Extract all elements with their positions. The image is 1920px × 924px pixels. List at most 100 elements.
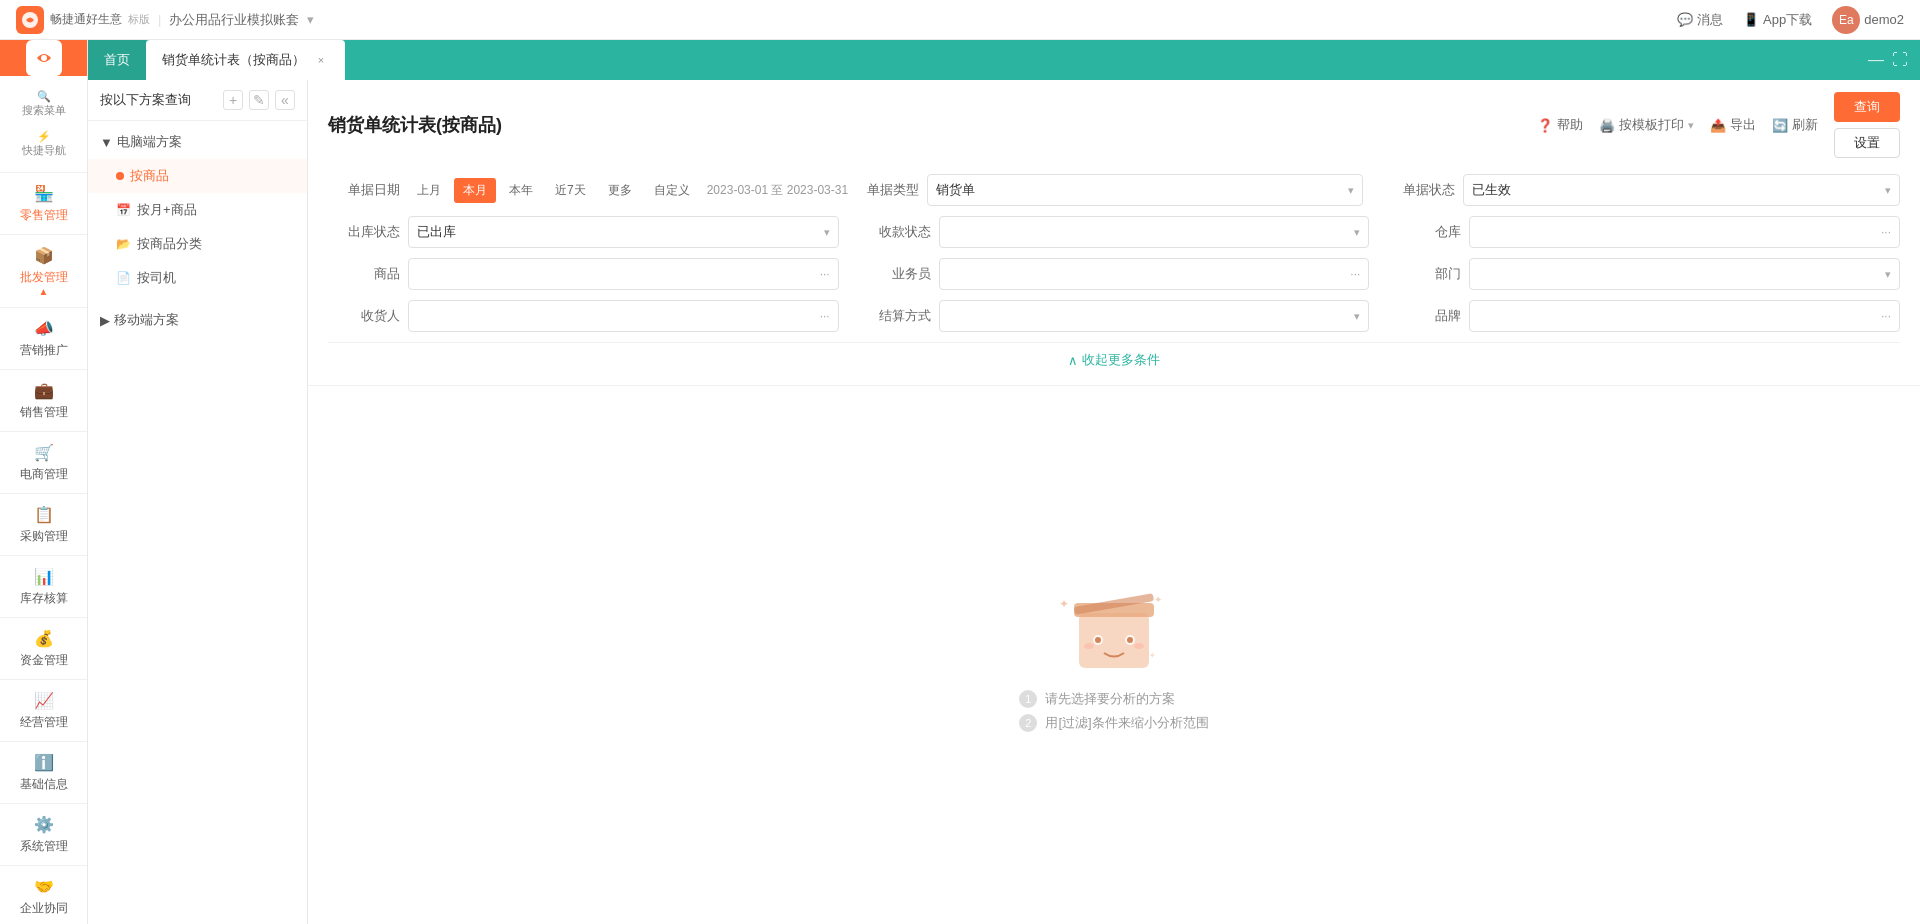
scheme-group-pc-title[interactable]: ▼ 电脑端方案 (88, 125, 307, 159)
app-download-label: App下载 (1763, 11, 1812, 29)
sidebar-item-sales[interactable]: 💼 销售管理 (0, 370, 87, 432)
top-header-right: 💬 消息 📱 App下载 Ea demo2 (1677, 6, 1904, 34)
sidebar-item-purchase[interactable]: 📋 采购管理 (0, 494, 87, 556)
by-product-label: 按商品 (130, 167, 169, 185)
sidebar-item-wholesale[interactable]: 📦 批发管理 ▲ (0, 235, 87, 308)
sidebar-item-marketing[interactable]: 📣 营销推广 (0, 308, 87, 370)
settlement-arrow[interactable]: ▾ (1354, 310, 1360, 323)
doc-status-arrow[interactable]: ▾ (1885, 184, 1891, 197)
sidebar-item-quick-nav[interactable]: ⚡ 快捷导航 (0, 124, 87, 164)
salesperson-more[interactable]: ··· (1350, 267, 1360, 281)
svg-point-10 (1134, 643, 1144, 649)
pay-status-field[interactable]: ▾ (939, 216, 1370, 248)
out-status-arrow[interactable]: ▾ (824, 226, 830, 239)
tab-close-btn[interactable]: × (313, 52, 329, 68)
collapse-bar[interactable]: ∧ 收起更多条件 (328, 342, 1900, 377)
search-label: 搜索菜单 (22, 103, 66, 118)
sidebar-item-finance[interactable]: 💰 资金管理 (0, 618, 87, 680)
department-label: 部门 (1389, 265, 1469, 283)
consignee-field[interactable]: ··· (408, 300, 839, 332)
brand-field[interactable]: ··· (1469, 300, 1900, 332)
app-name-label: 畅捷通好生意 (50, 11, 122, 28)
scheme-item-by-month-product[interactable]: 📅 按月+商品 (88, 193, 307, 227)
query-btn[interactable]: 查询 (1834, 92, 1900, 122)
tab-maximize-btn[interactable]: ⛶ (1892, 51, 1908, 69)
sidebar-item-system[interactable]: ⚙️ 系统管理 (0, 804, 87, 866)
sidebar-item-retail[interactable]: 🏪 零售管理 (0, 173, 87, 235)
export-btn[interactable]: 📤 导出 (1710, 116, 1756, 134)
date-filter: 上月 本月 本年 近7天 更多 自定义 2023-03-01 至 2023-03… (408, 178, 827, 203)
mobile-group-label: 移动端方案 (114, 311, 179, 329)
doc-type-field[interactable]: 销货单 ▾ (927, 174, 1364, 206)
sidebar-item-search[interactable]: 🔍 搜索菜单 (0, 84, 87, 124)
svg-point-9 (1084, 643, 1094, 649)
industry-label: 办公用品行业模拟账套 (169, 11, 299, 29)
tab-minimize-btn[interactable]: — (1868, 51, 1884, 69)
scheme-item-by-cashier[interactable]: 📄 按司机 (88, 261, 307, 295)
department-arrow[interactable]: ▾ (1885, 268, 1891, 281)
by-cashier-label: 按司机 (137, 269, 176, 287)
help-label: 帮助 (1557, 116, 1583, 134)
date-tab-this-year[interactable]: 本年 (500, 178, 542, 203)
consignee-more[interactable]: ··· (820, 309, 830, 323)
help-btn[interactable]: ❓ 帮助 (1537, 116, 1583, 134)
print-dropdown[interactable]: ▾ (1688, 119, 1694, 132)
sidebar-item-ecommerce[interactable]: 🛒 电商管理 (0, 432, 87, 494)
date-tab-last7[interactable]: 近7天 (546, 178, 595, 203)
warehouse-more[interactable]: ··· (1881, 225, 1891, 239)
basic-label: 基础信息 (20, 776, 68, 793)
app-download-btn[interactable]: 📱 App下载 (1743, 11, 1812, 29)
avatar: Ea (1832, 6, 1860, 34)
tip2-num: 2 (1019, 714, 1037, 732)
print-btn[interactable]: 🖨️ 按模板打印 ▾ (1599, 116, 1694, 134)
sidebar-logo (26, 40, 62, 76)
user-avatar-btn[interactable]: Ea demo2 (1832, 6, 1904, 34)
product-more[interactable]: ··· (820, 267, 830, 281)
pay-status-arrow[interactable]: ▾ (1354, 226, 1360, 239)
by-category-label: 按商品分类 (137, 235, 202, 253)
product-field[interactable]: ··· (408, 258, 839, 290)
settlement-field[interactable]: ▾ (939, 300, 1370, 332)
date-tabs: 上月 本月 本年 近7天 更多 自定义 (408, 178, 699, 203)
edit-scheme-btn[interactable]: ✎ (249, 90, 269, 110)
refresh-label: 刷新 (1792, 116, 1818, 134)
date-tab-more[interactable]: 更多 (599, 178, 641, 203)
settings-btn[interactable]: 设置 (1834, 128, 1900, 158)
scheme-group-mobile-title[interactable]: ▶ 移动端方案 (88, 303, 307, 337)
industry-dropdown[interactable]: ▾ (307, 12, 314, 27)
salesperson-field[interactable]: ··· (939, 258, 1370, 290)
wholesale-arrow: ▲ (39, 286, 49, 297)
date-tab-last-month[interactable]: 上月 (408, 178, 450, 203)
page-title-bar: 销货单统计表(按商品) ❓ 帮助 🖨️ 按模板打印 ▾ 📤 (308, 80, 1920, 166)
message-btn[interactable]: 💬 消息 (1677, 11, 1723, 29)
date-tab-custom[interactable]: 自定义 (645, 178, 699, 203)
filter-row-2: 出库状态 已出库 ▾ 收款状态 ▾ 仓库 ·· (328, 216, 1900, 248)
top-header-left: 畅捷通好生意 标版 | 办公用品行业模拟账套 ▾ (16, 6, 314, 34)
doc-type-arrow[interactable]: ▾ (1348, 184, 1354, 197)
out-status-field[interactable]: 已出库 ▾ (408, 216, 839, 248)
doc-status-field[interactable]: 已生效 ▾ (1463, 174, 1900, 206)
refresh-btn[interactable]: 🔄 刷新 (1772, 116, 1818, 134)
sidebar-item-stock[interactable]: 📊 库存核算 (0, 556, 87, 618)
date-tab-this-month[interactable]: 本月 (454, 178, 496, 203)
scheme-item-by-product[interactable]: 按商品 (88, 159, 307, 193)
marketing-label: 营销推广 (20, 342, 68, 359)
tab-home[interactable]: 首页 (88, 40, 146, 80)
system-label: 系统管理 (20, 838, 68, 855)
filter-row-3: 商品 ··· 业务员 ··· 部门 ▾ (328, 258, 1900, 290)
sidebar-item-basic[interactable]: ℹ️ 基础信息 (0, 742, 87, 804)
sidebar-item-cooperation[interactable]: 🤝 企业协同 (0, 866, 87, 924)
stock-icon: 📊 (34, 566, 54, 586)
department-field[interactable]: ▾ (1469, 258, 1900, 290)
tab-active[interactable]: 销货单统计表（按商品） × (146, 40, 345, 80)
main-column: 首页 销货单统计表（按商品） × — ⛶ 按以下方案查询 + ✎ « (88, 40, 1920, 924)
svg-point-1 (41, 55, 47, 61)
refresh-icon: 🔄 (1772, 118, 1788, 133)
scheme-item-by-category[interactable]: 📂 按商品分类 (88, 227, 307, 261)
brand-more[interactable]: ··· (1881, 309, 1891, 323)
svg-rect-2 (1079, 613, 1149, 668)
warehouse-field[interactable]: ··· (1469, 216, 1900, 248)
sidebar-item-operation[interactable]: 📈 经营管理 (0, 680, 87, 742)
collapse-panel-btn[interactable]: « (275, 90, 295, 110)
add-scheme-btn[interactable]: + (223, 90, 243, 110)
